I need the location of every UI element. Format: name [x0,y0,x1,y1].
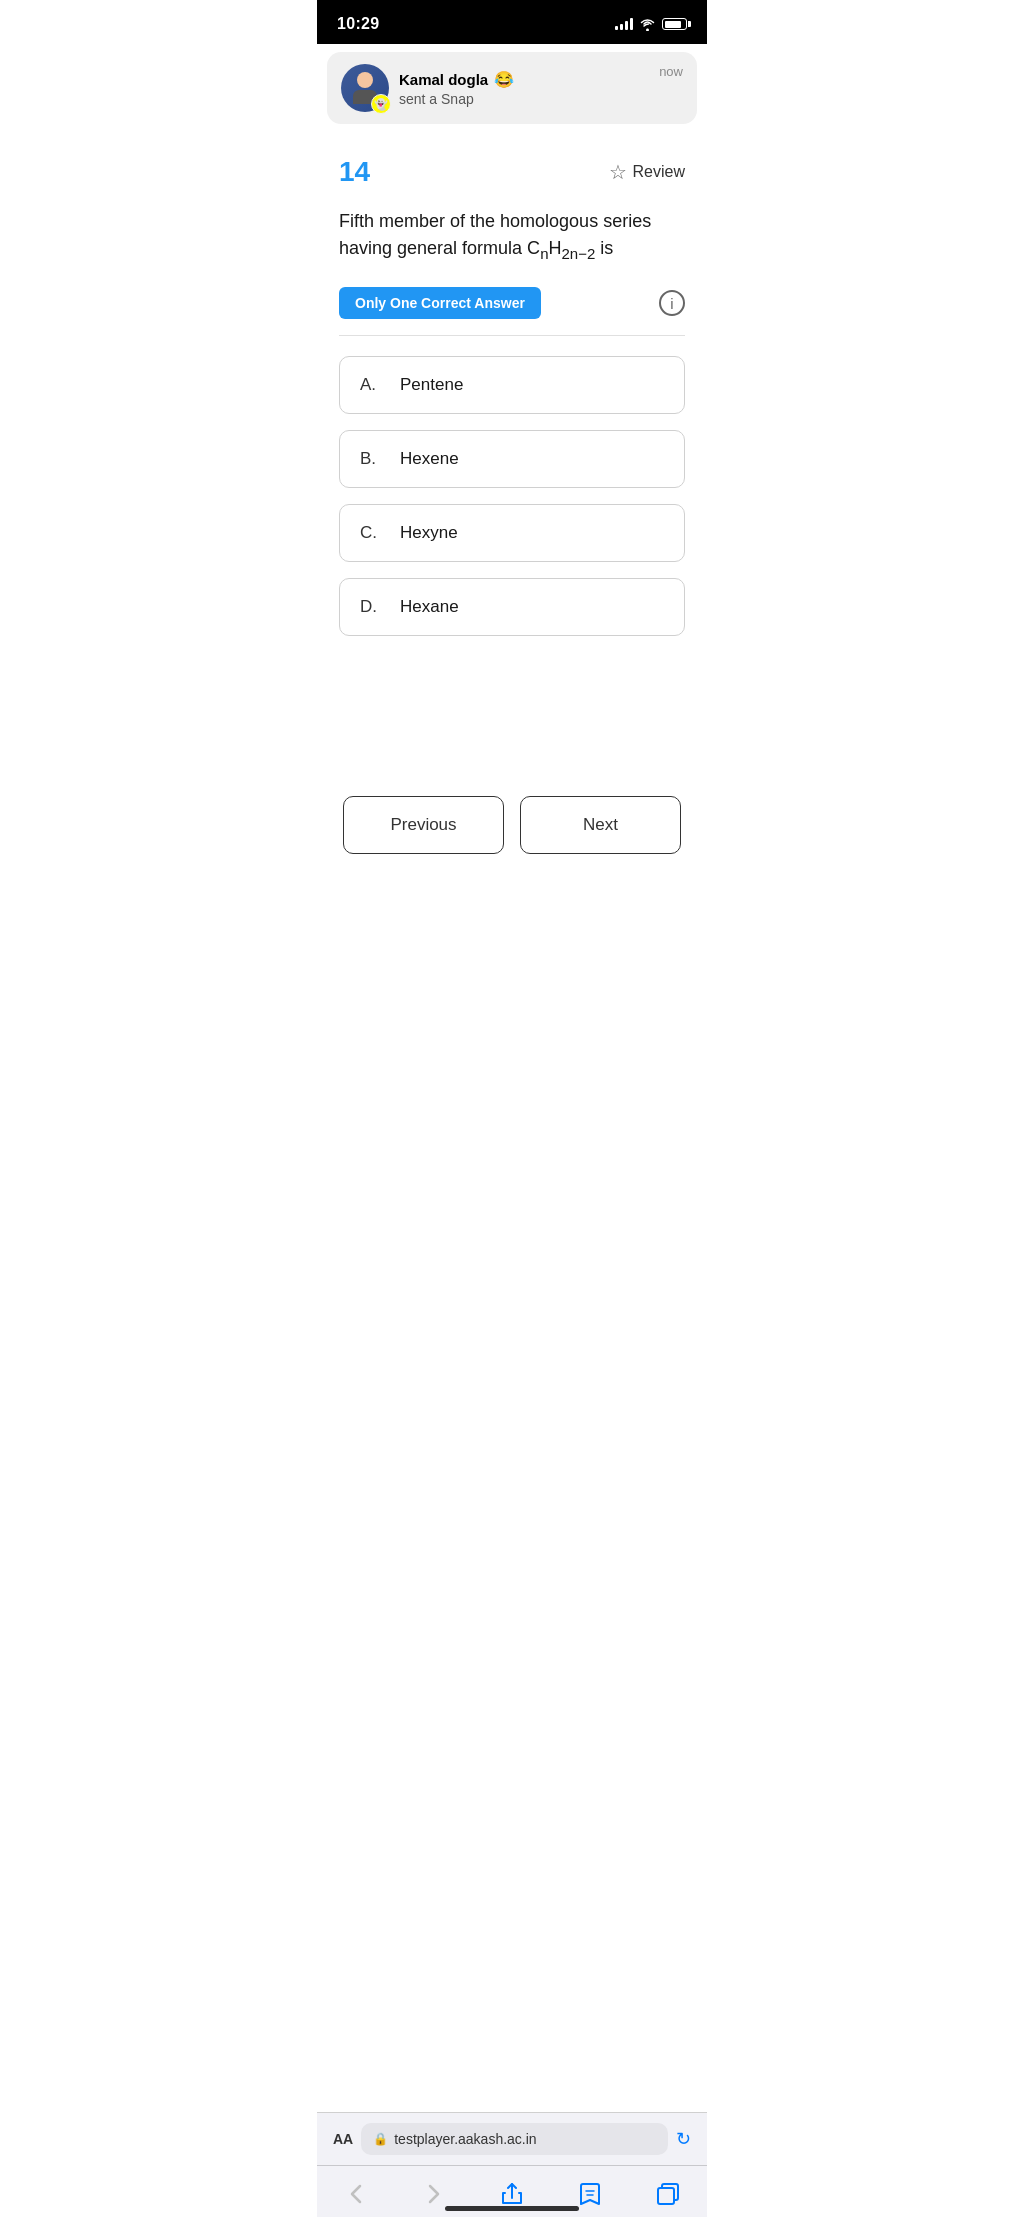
subscript-n: n [540,245,548,262]
option-a-letter: A. [360,375,380,395]
url-bar[interactable]: 🔒 testplayer.aakash.ac.in [361,2123,668,2155]
options-container: A. Pentene B. Hexene C. Hexyne D. Hexane [339,356,685,636]
browser-bar: AA 🔒 testplayer.aakash.ac.in ↻ [317,2112,707,2165]
notification-sender-name: Kamal dogla [399,71,488,88]
option-c-letter: C. [360,523,380,543]
status-icons [615,18,687,31]
question-header: 14 ☆ Review [339,156,685,188]
notification-content: Kamal dogla 😂 sent a Snap [399,70,649,107]
back-button[interactable] [334,2176,378,2212]
reload-button[interactable]: ↻ [676,2128,691,2150]
snap-badge: 👻 [371,94,391,114]
notification-message: sent a Snap [399,91,649,107]
option-c-text: Hexyne [400,523,458,543]
question-number: 14 [339,156,370,188]
option-d-letter: D. [360,597,380,617]
status-bar: 10:29 [317,0,707,44]
info-icon: i [670,295,673,312]
question-text-line1: Fifth member of the homologous series [339,211,651,231]
option-b-text: Hexene [400,449,459,469]
wifi-icon [639,18,656,31]
aa-button[interactable]: AA [333,2131,353,2147]
question-text: Fifth member of the homologous series ha… [339,208,685,265]
home-indicator [445,2206,579,2211]
notification-time: now [659,64,683,79]
svg-rect-0 [658,2188,674,2204]
badge-row: Only One Correct Answer i [339,287,685,336]
star-icon: ☆ [609,160,627,184]
subscript-2n2: 2n−2 [561,245,595,262]
review-button[interactable]: ☆ Review [609,160,685,184]
option-d[interactable]: D. Hexane [339,578,685,636]
option-b[interactable]: B. Hexene [339,430,685,488]
status-time: 10:29 [337,15,379,33]
notification-banner[interactable]: 👻 Kamal dogla 😂 sent a Snap now [327,52,697,124]
review-label: Review [633,163,685,181]
answer-type-badge: Only One Correct Answer [339,287,541,319]
option-c[interactable]: C. Hexyne [339,504,685,562]
option-a[interactable]: A. Pentene [339,356,685,414]
battery-icon [662,18,687,30]
question-text-line2: having general formula CnH2n−2 is [339,238,613,258]
option-a-text: Pentene [400,375,463,395]
main-content: 14 ☆ Review Fifth member of the homologo… [317,132,707,904]
notification-emoji: 😂 [494,70,514,89]
option-d-text: Hexane [400,597,459,617]
signal-icon [615,18,633,30]
next-button[interactable]: Next [520,796,681,854]
previous-button[interactable]: Previous [343,796,504,854]
tabs-button[interactable] [646,2176,690,2212]
option-b-letter: B. [360,449,380,469]
url-text: testplayer.aakash.ac.in [394,2131,536,2147]
lock-icon: 🔒 [373,2132,388,2146]
navigation-buttons: Previous Next [339,796,685,854]
info-button[interactable]: i [659,290,685,316]
